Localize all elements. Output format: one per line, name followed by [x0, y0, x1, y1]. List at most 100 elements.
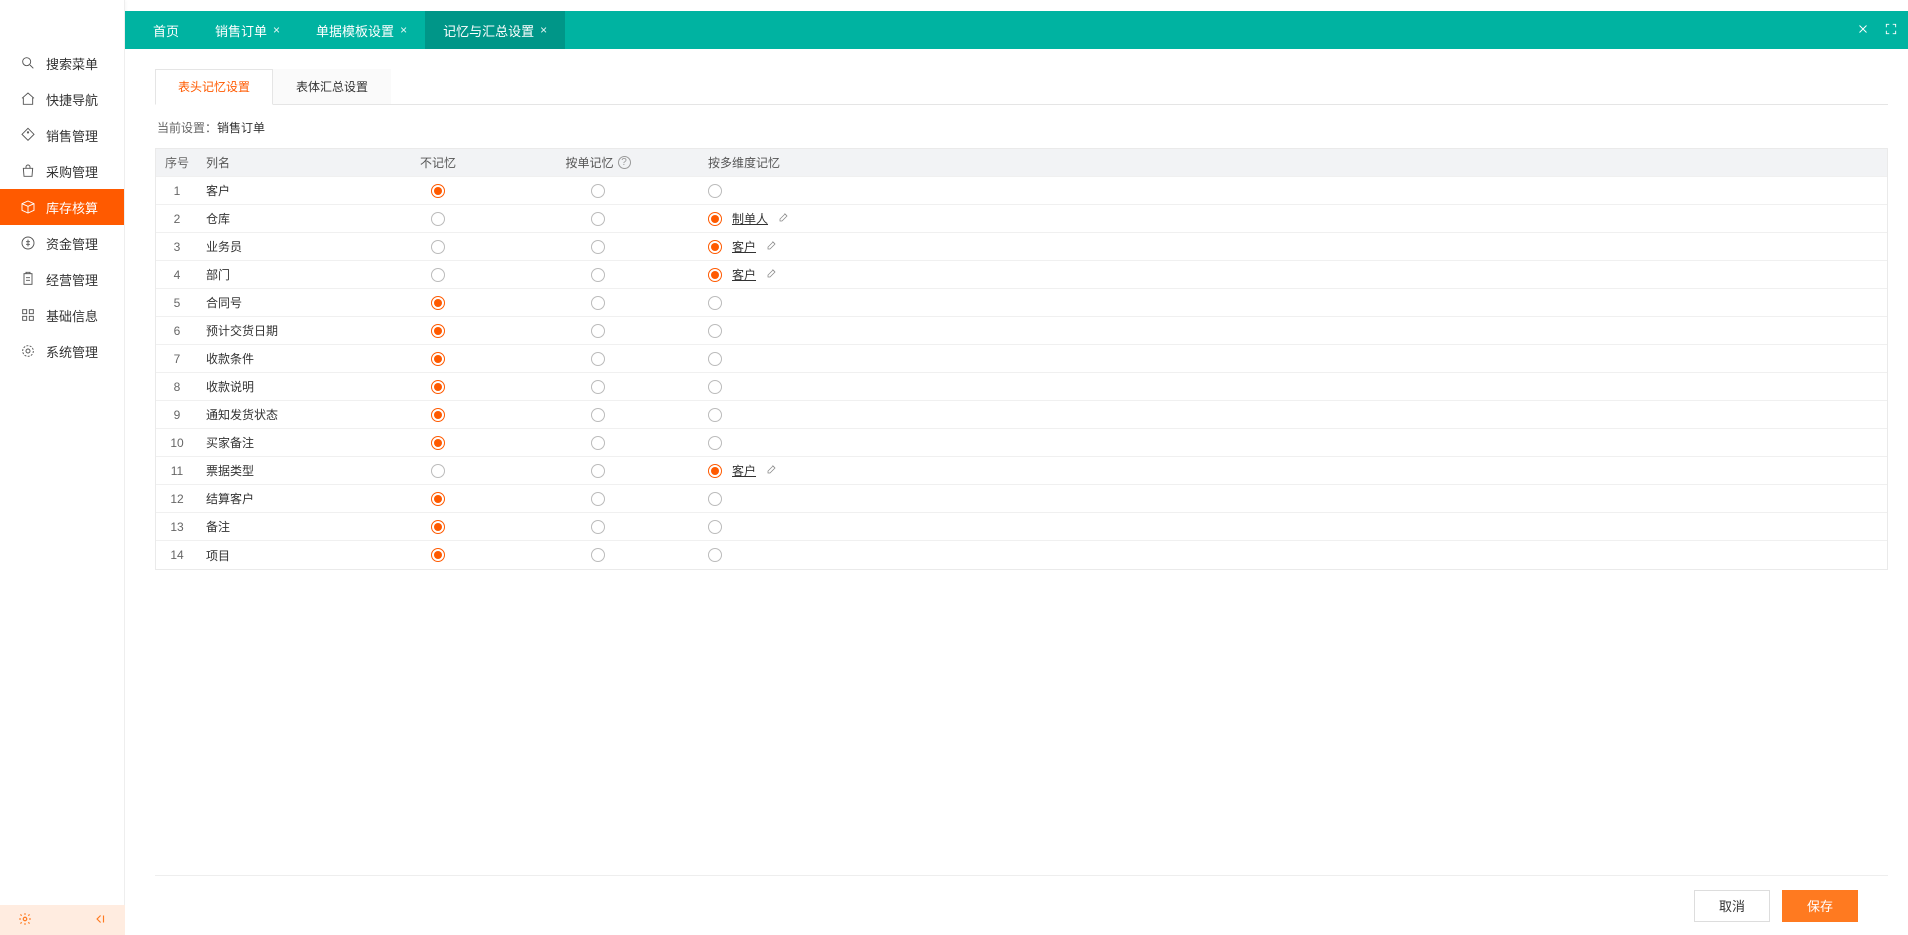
save-button[interactable]: 保存	[1782, 890, 1858, 922]
edit-icon[interactable]	[766, 267, 778, 282]
footer-bar: 取消 保存	[155, 875, 1888, 935]
radio-nomem[interactable]	[431, 520, 445, 534]
radio-nomem[interactable]	[431, 324, 445, 338]
cell-name: 备注	[198, 518, 358, 535]
radio-nomem[interactable]	[431, 408, 445, 422]
radio-nomem[interactable]	[431, 240, 445, 254]
cell-name: 项目	[198, 547, 358, 564]
cell-name: 票据类型	[198, 462, 358, 479]
close-icon[interactable]: ×	[273, 23, 280, 37]
radio-byorder[interactable]	[591, 520, 605, 534]
cell-name: 通知发货状态	[198, 406, 358, 423]
clipboard-icon	[20, 271, 36, 287]
cell-bydim	[678, 380, 1887, 394]
sidebar-item-label: 搜索菜单	[46, 54, 98, 73]
fullscreen-icon[interactable]	[1884, 22, 1898, 39]
dim-value[interactable]: 制单人	[732, 210, 768, 227]
sidebar-item-5[interactable]: 资金管理	[0, 225, 124, 261]
cell-name: 收款条件	[198, 350, 358, 367]
subtab-0[interactable]: 表头记忆设置	[155, 69, 273, 105]
table-row: 2仓库制单人	[156, 205, 1887, 233]
cell-name: 部门	[198, 266, 358, 283]
radio-bydim[interactable]	[708, 464, 722, 478]
help-icon[interactable]: ?	[618, 156, 631, 169]
radio-byorder[interactable]	[591, 408, 605, 422]
radio-byorder[interactable]	[591, 548, 605, 562]
radio-bydim[interactable]	[708, 324, 722, 338]
cell-nomem	[358, 491, 518, 506]
cell-nomem	[358, 379, 518, 394]
search-icon	[20, 55, 36, 71]
radio-bydim[interactable]	[708, 380, 722, 394]
radio-nomem[interactable]	[431, 212, 445, 226]
tab-0[interactable]: 首页	[135, 11, 197, 49]
sidebar-item-8[interactable]: 系统管理	[0, 333, 124, 369]
sidebar-item-2[interactable]: 销售管理	[0, 117, 124, 153]
radio-byorder[interactable]	[591, 324, 605, 338]
tab-2[interactable]: 单据模板设置×	[298, 11, 425, 49]
edit-icon[interactable]	[766, 463, 778, 478]
radio-nomem[interactable]	[431, 492, 445, 506]
radio-byorder[interactable]	[591, 436, 605, 450]
radio-bydim[interactable]	[708, 436, 722, 450]
cancel-button[interactable]: 取消	[1694, 890, 1770, 922]
tab-3[interactable]: 记忆与汇总设置 ×	[425, 11, 565, 49]
dim-value[interactable]: 客户	[732, 266, 756, 283]
radio-bydim[interactable]	[708, 492, 722, 506]
cell-byorder	[518, 408, 678, 422]
radio-nomem[interactable]	[431, 464, 445, 478]
radio-bydim[interactable]	[708, 268, 722, 282]
radio-bydim[interactable]	[708, 240, 722, 254]
radio-byorder[interactable]	[591, 184, 605, 198]
tab-label: 记忆与汇总设置	[443, 21, 534, 40]
sidebar-item-6[interactable]: 经营管理	[0, 261, 124, 297]
edit-icon[interactable]	[778, 211, 790, 226]
sidebar-item-7[interactable]: 基础信息	[0, 297, 124, 333]
radio-byorder[interactable]	[591, 352, 605, 366]
sidebar-item-3[interactable]: 采购管理	[0, 153, 124, 189]
radio-byorder[interactable]	[591, 464, 605, 478]
radio-byorder[interactable]	[591, 240, 605, 254]
radio-bydim[interactable]	[708, 296, 722, 310]
close-all-icon[interactable]	[1856, 22, 1870, 39]
sidebar-item-label: 快捷导航	[46, 90, 98, 109]
radio-nomem[interactable]	[431, 184, 445, 198]
radio-bydim[interactable]	[708, 548, 722, 562]
radio-nomem[interactable]	[431, 380, 445, 394]
subtab-1[interactable]: 表体汇总设置	[273, 69, 391, 104]
table-row: 9通知发货状态	[156, 401, 1887, 429]
tab-strip: 首页销售订单×单据模板设置× 记忆与汇总设置 ×	[125, 11, 1908, 49]
radio-bydim[interactable]	[708, 184, 722, 198]
sidebar-item-0[interactable]: 搜索菜单	[0, 45, 124, 81]
collapse-icon[interactable]	[93, 912, 107, 929]
cell-seq: 6	[156, 324, 198, 338]
radio-nomem[interactable]	[431, 268, 445, 282]
gear-icon[interactable]	[18, 912, 32, 929]
cell-seq: 13	[156, 520, 198, 534]
close-icon[interactable]: ×	[400, 23, 407, 37]
radio-byorder[interactable]	[591, 296, 605, 310]
dim-value[interactable]: 客户	[732, 238, 756, 255]
close-icon[interactable]: ×	[540, 23, 547, 37]
radio-byorder[interactable]	[591, 212, 605, 226]
radio-bydim[interactable]	[708, 212, 722, 226]
edit-icon[interactable]	[766, 239, 778, 254]
sidebar-item-1[interactable]: 快捷导航	[0, 81, 124, 117]
radio-nomem[interactable]	[431, 436, 445, 450]
radio-bydim[interactable]	[708, 520, 722, 534]
dim-value[interactable]: 客户	[732, 462, 756, 479]
radio-nomem[interactable]	[431, 296, 445, 310]
cell-name: 收款说明	[198, 378, 358, 395]
radio-nomem[interactable]	[431, 548, 445, 562]
col-name: 列名	[198, 154, 358, 171]
radio-byorder[interactable]	[591, 268, 605, 282]
tab-1[interactable]: 销售订单×	[197, 11, 298, 49]
radio-bydim[interactable]	[708, 352, 722, 366]
sidebar-item-4[interactable]: 库存核算	[0, 189, 124, 225]
cell-seq: 4	[156, 268, 198, 282]
radio-byorder[interactable]	[591, 380, 605, 394]
radio-byorder[interactable]	[591, 492, 605, 506]
radio-bydim[interactable]	[708, 408, 722, 422]
box-icon	[20, 199, 36, 215]
radio-nomem[interactable]	[431, 352, 445, 366]
